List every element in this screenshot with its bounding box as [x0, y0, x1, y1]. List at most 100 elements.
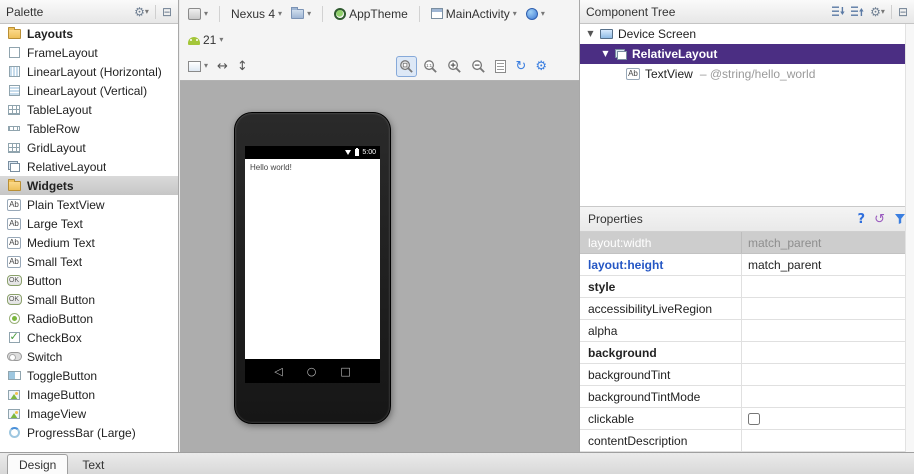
property-value[interactable]: match_parent	[742, 232, 914, 253]
palette-item-large-text[interactable]: Large Text	[0, 214, 178, 233]
palette-section-widgets[interactable]: Widgets	[0, 176, 178, 195]
caret-down-icon: ▾	[278, 8, 283, 18]
property-row[interactable]: contentDescription	[580, 430, 914, 452]
caret-down-icon: ▾	[540, 8, 545, 18]
tab-text[interactable]: Text	[70, 454, 116, 474]
palette-item-small-text[interactable]: Small Text	[0, 252, 178, 271]
theme-button[interactable]: AppTheme	[331, 5, 411, 23]
divider	[418, 5, 420, 22]
zoom-in-button[interactable]	[444, 56, 465, 77]
palette-item-gridlayout[interactable]: GridLayout	[0, 138, 178, 157]
hello-world-textview[interactable]: Hello world!	[250, 163, 292, 172]
palette-item-linearlayout-horizontal[interactable]: LinearLayout (Horizontal)	[0, 62, 178, 81]
palette-item-linearlayout-vertical[interactable]: LinearLayout (Vertical)	[0, 81, 178, 100]
api-level-dropdown[interactable]: 21 ▾	[185, 31, 226, 49]
zoom-fit-width-button[interactable]: ↔	[214, 58, 231, 75]
caret-down-icon[interactable]: ▾	[145, 7, 149, 16]
property-row[interactable]: clickable	[580, 408, 914, 430]
property-value[interactable]	[742, 276, 914, 297]
property-row[interactable]: background	[580, 342, 914, 364]
palette-item-small-button[interactable]: Small Button	[0, 290, 178, 309]
palette-settings-icon[interactable]: ⚙	[134, 6, 145, 18]
tree-hide-icon[interactable]: ⊟	[898, 6, 908, 18]
zoom-fit-height-button[interactable]: ↕	[234, 58, 251, 75]
undo-icon[interactable]: ↺	[874, 213, 885, 226]
palette-item-checkbox[interactable]: CheckBox	[0, 328, 178, 347]
palette-item-togglebutton[interactable]: ToggleButton	[0, 366, 178, 385]
property-row[interactable]: backgroundTint	[580, 364, 914, 386]
export-image-dropdown[interactable]: ▾	[185, 59, 211, 74]
tab-design[interactable]: Design	[7, 454, 69, 474]
property-value[interactable]	[742, 320, 914, 341]
activity-dropdown[interactable]: MainActivity ▾	[428, 5, 520, 23]
caret-down-icon[interactable]: ▾	[881, 7, 885, 16]
palette-item-framelayout[interactable]: FrameLayout	[0, 43, 178, 62]
property-name[interactable]: layout:width	[580, 232, 742, 253]
property-name[interactable]: backgroundTintMode	[580, 386, 742, 407]
activity-icon	[430, 8, 443, 19]
property-value[interactable]	[742, 342, 914, 363]
collapse-all-icon[interactable]	[851, 5, 864, 18]
clickable-checkbox[interactable]	[748, 412, 760, 425]
property-row[interactable]: layout:height match_parent	[580, 254, 914, 276]
property-row[interactable]: alpha	[580, 320, 914, 342]
palette-section-layouts[interactable]: Layouts	[0, 24, 178, 43]
device-config-dropdown[interactable]: ▾	[185, 6, 211, 22]
orientation-dropdown[interactable]: ▾	[288, 6, 314, 21]
property-row[interactable]: layout:width match_parent	[580, 232, 914, 254]
property-name[interactable]: layout:height	[580, 254, 742, 275]
tree-node-relativelayout[interactable]: ▼ RelativeLayout	[580, 44, 914, 64]
zoom-actual-size-button[interactable]: 1:1	[420, 56, 441, 77]
tree-node-textview[interactable]: TextView – @string/hello_world	[580, 64, 914, 84]
zoom-to-fit-button[interactable]	[396, 55, 418, 77]
scrollbar[interactable]	[905, 24, 914, 452]
expand-arrow-icon[interactable]: ▼	[586, 30, 595, 38]
palette-hide-icon[interactable]: ⊟	[162, 6, 172, 18]
tree-settings-icon[interactable]: ⚙	[870, 6, 881, 18]
property-name[interactable]: alpha	[580, 320, 742, 341]
zoom-out-button[interactable]	[468, 56, 489, 77]
expand-all-icon[interactable]	[832, 5, 845, 18]
property-row[interactable]: style	[580, 276, 914, 298]
property-row[interactable]: backgroundTintMode	[580, 386, 914, 408]
expand-arrow-icon[interactable]: ▼	[601, 50, 610, 58]
property-row[interactable]: accessibilityLiveRegion	[580, 298, 914, 320]
palette-item-relativelayout[interactable]: RelativeLayout	[0, 157, 178, 176]
property-value[interactable]	[742, 430, 914, 451]
render-settings-button[interactable]: ⚙	[532, 57, 550, 76]
palette-item-imagebutton[interactable]: ImageButton	[0, 385, 178, 404]
palette-item-radiobutton[interactable]: RadioButton	[0, 309, 178, 328]
layout-preview[interactable]: Hello world!	[245, 159, 380, 359]
property-name[interactable]: background	[580, 342, 742, 363]
palette-item-switch[interactable]: Switch	[0, 347, 178, 366]
property-name[interactable]: backgroundTint	[580, 364, 742, 385]
textview-icon	[7, 236, 21, 249]
property-value[interactable]: match_parent	[742, 254, 914, 275]
tree-node-device-screen[interactable]: ▼ Device Screen	[580, 24, 914, 44]
palette-item-tablelayout[interactable]: TableLayout	[0, 100, 178, 119]
device-dropdown[interactable]: Nexus 4 ▾	[228, 5, 285, 23]
property-name[interactable]: contentDescription	[580, 430, 742, 451]
property-value[interactable]	[742, 364, 914, 385]
palette-item-button[interactable]: Button	[0, 271, 178, 290]
arrow-horizontal-icon: ↔	[217, 58, 228, 74]
preview-xml-button[interactable]	[492, 57, 509, 76]
help-icon[interactable]: ?	[858, 213, 866, 226]
property-name[interactable]: clickable	[580, 408, 742, 429]
api-level-label: 21	[203, 32, 217, 47]
refresh-button[interactable]: ↻	[512, 57, 529, 76]
design-canvas[interactable]: 5:00 Hello world! ◁ ○ □	[180, 81, 579, 452]
property-value[interactable]	[742, 298, 914, 319]
palette-item-tablerow[interactable]: TableRow	[0, 119, 178, 138]
palette-item-imageview[interactable]: ImageView	[0, 404, 178, 423]
property-value[interactable]	[742, 386, 914, 407]
locale-dropdown[interactable]: ▾	[523, 6, 548, 22]
property-name[interactable]: style	[580, 276, 742, 297]
palette-item-progressbar-large[interactable]: ProgressBar (Large)	[0, 423, 178, 442]
property-name[interactable]: accessibilityLiveRegion	[580, 298, 742, 319]
tablelayout-icon	[8, 104, 20, 115]
signal-icon	[345, 150, 352, 155]
device-screen-preview[interactable]: 5:00 Hello world! ◁ ○ □	[245, 146, 380, 383]
palette-item-medium-text[interactable]: Medium Text	[0, 233, 178, 252]
palette-item-plain-textview[interactable]: Plain TextView	[0, 195, 178, 214]
